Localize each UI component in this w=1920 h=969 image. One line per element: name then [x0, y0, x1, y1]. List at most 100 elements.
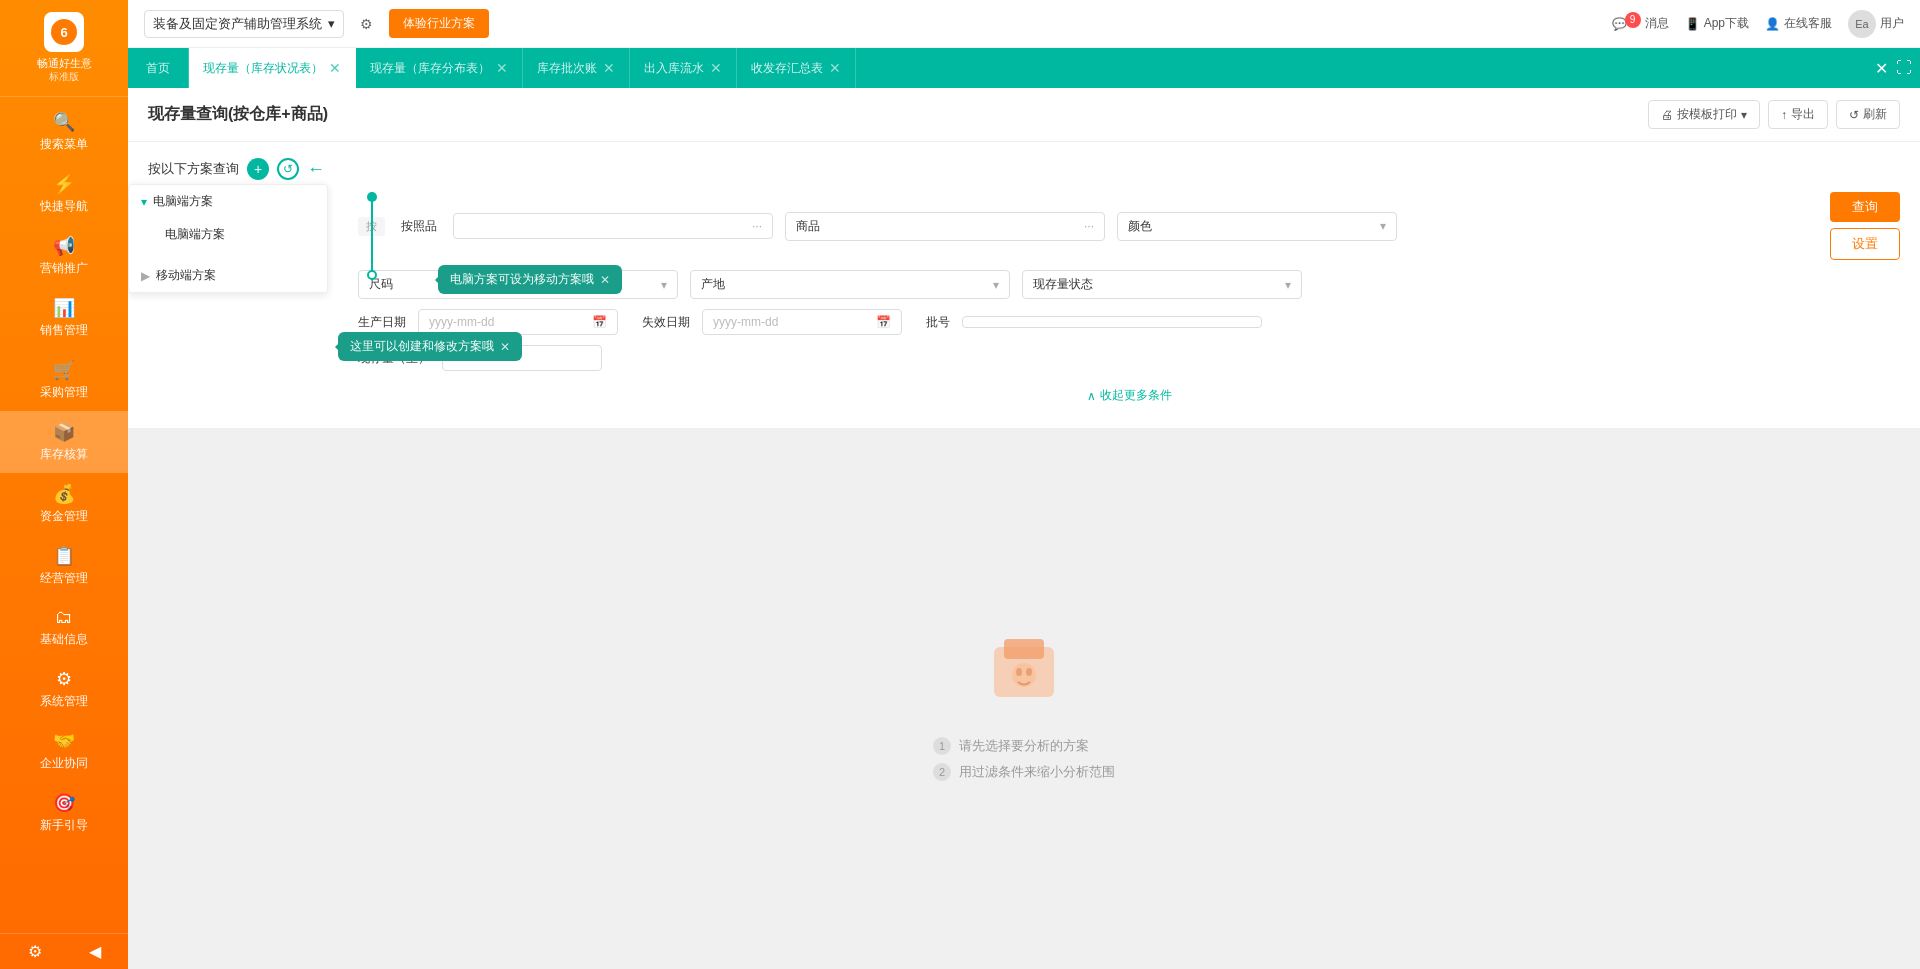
sidebar-item-label: 销售管理: [40, 322, 88, 339]
app-version: 标准版: [49, 70, 79, 84]
sidebar-item-label: 资金管理: [40, 508, 88, 525]
color-label: 颜色: [1128, 218, 1152, 235]
app-download-action[interactable]: 📱 App下载: [1685, 15, 1749, 32]
sidebar-item-basic[interactable]: 🗂 基础信息: [0, 597, 128, 658]
tab-inventory-distribution-label: 现存量（库存分布表）: [370, 60, 490, 77]
scheme-item-mobile[interactable]: ▶ 移动端方案: [129, 259, 327, 292]
filter-reset-btn[interactable]: ↺: [277, 158, 299, 180]
sidebar-item-label: 搜索菜单: [40, 136, 88, 153]
print-btn[interactable]: 🖨 按模板打印 ▾: [1648, 100, 1760, 129]
user-action[interactable]: Ea 用户: [1848, 10, 1904, 38]
filter-settings-btn[interactable]: 设置: [1830, 228, 1900, 260]
scheme-mobile-label: 移动端方案: [156, 267, 216, 284]
sidebar-item-quick-nav[interactable]: ⚡ 快捷导航: [0, 163, 128, 225]
sidebar-item-label: 系统管理: [40, 693, 88, 710]
gear-icon[interactable]: ⚙: [356, 12, 377, 36]
export-label: 导出: [1791, 106, 1815, 123]
tooltip-close-icon[interactable]: ✕: [500, 340, 510, 354]
enterprise-icon: 🤝: [53, 730, 75, 752]
filter-header: 按以下方案查询 + ↺ ←: [148, 158, 1900, 180]
tab-in-out-flow[interactable]: 出入库流水 ✕: [630, 48, 737, 88]
filter-stock-status[interactable]: 现存量状态 ▾: [1022, 270, 1302, 299]
settings-btn[interactable]: ⚙: [28, 942, 42, 961]
tab-in-out-flow-label: 出入库流水: [644, 60, 704, 77]
scheme-tooltip-text: 电脑方案可设为移动方案哦: [450, 271, 594, 288]
filter-expire-date[interactable]: yyyy-mm-dd 📅: [702, 309, 902, 335]
sidebar-item-label: 采购管理: [40, 384, 88, 401]
scheme-sub-label: 电脑端方案: [165, 226, 225, 243]
refresh-btn[interactable]: ↺ 刷新: [1836, 100, 1900, 129]
tab-inventory-status[interactable]: 现存量（库存状况表） ✕: [189, 48, 356, 88]
goods-label: 商品: [796, 218, 820, 235]
sidebar-item-search-menu[interactable]: 🔍 搜索菜单: [0, 101, 128, 163]
filter-area: 按以下方案查询 + ↺ ← ▾ 电脑端方案 电脑端方案 ▶: [128, 142, 1920, 429]
tab-collect-summary[interactable]: 收发存汇总表 ✕: [737, 48, 856, 88]
industry-btn[interactable]: 体验行业方案: [389, 9, 489, 38]
content-header: 现存量查询(按仓库+商品) 🖨 按模板打印 ▾ ↑ 导出 ↺ 刷新: [128, 88, 1920, 142]
sidebar-item-operations[interactable]: 📋 经营管理: [0, 535, 128, 597]
collapse-btn[interactable]: ∧ 收起更多条件: [358, 379, 1900, 412]
filter-origin[interactable]: 产地 ▾: [690, 270, 1010, 299]
scheme-item-desktop[interactable]: ▾ 电脑端方案: [129, 185, 327, 218]
system-selector[interactable]: 装备及固定资产辅助管理系统 ▾: [144, 10, 344, 38]
phone-icon: 📱: [1685, 17, 1700, 31]
filter-batch-no[interactable]: [962, 316, 1262, 328]
sidebar-item-guide[interactable]: 🎯 新手引导: [0, 782, 128, 844]
tab-home[interactable]: 首页: [128, 48, 189, 88]
message-badge: 9: [1625, 12, 1641, 28]
sidebar-item-inventory[interactable]: 📦 库存核算: [0, 411, 128, 473]
online-service-action[interactable]: 👤 在线客服: [1765, 15, 1832, 32]
service-icon: 👤: [1765, 17, 1780, 31]
svg-text:6: 6: [60, 25, 67, 40]
calendar-icon: 📅: [592, 315, 607, 329]
collapse-sidebar-btn[interactable]: ◀: [89, 942, 101, 961]
sidebar-item-sales[interactable]: 📊 销售管理: [0, 287, 128, 349]
sidebar-item-purchase[interactable]: 🛒 采购管理: [0, 349, 128, 411]
tab-inventory-status-label: 现存量（库存状况表）: [203, 60, 323, 77]
message-action[interactable]: 💬 9 消息: [1612, 15, 1669, 32]
sidebar-item-marketing[interactable]: 📢 营销推广: [0, 225, 128, 287]
sidebar-item-enterprise[interactable]: 🤝 企业协同: [0, 720, 128, 782]
tip-text-1: 请先选择要分析的方案: [959, 737, 1089, 755]
tab-close-all-btn[interactable]: ✕: [1875, 59, 1888, 78]
sidebar-item-label: 营销推广: [40, 260, 88, 277]
filter-arrow-btn[interactable]: ←: [307, 159, 325, 180]
filter-row-3: 生产日期 yyyy-mm-dd 📅 失效日期 yyyy-mm-dd 📅 批号: [358, 309, 1900, 335]
filter-row-4: 现存量（主） —: [358, 345, 1900, 371]
tab-fullscreen-btn[interactable]: ⛶: [1896, 59, 1912, 77]
tip-text-2: 用过滤条件来缩小分析范围: [959, 763, 1115, 781]
sidebar-nav: 🔍 搜索菜单 ⚡ 快捷导航 📢 营销推广 📊 销售管理 🛒 采购管理 📦 库存核…: [0, 101, 128, 933]
tab-close-icon[interactable]: ✕: [329, 60, 341, 76]
tab-close-icon[interactable]: ✕: [829, 60, 841, 76]
export-btn[interactable]: ↑ 导出: [1768, 100, 1828, 129]
tab-inventory-distribution[interactable]: 现存量（库存分布表） ✕: [356, 48, 523, 88]
tab-close-icon[interactable]: ✕: [710, 60, 722, 76]
chevron-down-icon: ▾: [661, 278, 667, 292]
content-actions: 🖨 按模板打印 ▾ ↑ 导出 ↺ 刷新: [1648, 100, 1900, 129]
tab-close-icon[interactable]: ✕: [603, 60, 615, 76]
dots-icon: ···: [752, 219, 762, 233]
tab-bar: 首页 现存量（库存状况表） ✕ 现存量（库存分布表） ✕ 库存批次账 ✕ 出入库…: [128, 48, 1920, 88]
prod-date-placeholder: yyyy-mm-dd: [429, 315, 494, 329]
refresh-icon: ↺: [1849, 108, 1859, 122]
filter-add-btn[interactable]: +: [247, 158, 269, 180]
filter-color[interactable]: 颜色 ▾: [1117, 212, 1397, 241]
scheme-subitem-desktop[interactable]: 电脑端方案: [157, 218, 327, 251]
tab-close-icon[interactable]: ✕: [496, 60, 508, 76]
sidebar-item-finance[interactable]: 💰 资金管理: [0, 473, 128, 535]
filter-header-label: 按以下方案查询: [148, 160, 239, 178]
filter-action-col: 查询 设置: [1810, 192, 1900, 260]
tooltip-close-icon[interactable]: ✕: [600, 273, 610, 287]
header-right: 💬 9 消息 📱 App下载 👤 在线客服 Ea 用户: [1612, 10, 1904, 38]
sidebar-item-label: 新手引导: [40, 817, 88, 834]
expire-date-placeholder: yyyy-mm-dd: [713, 315, 778, 329]
tab-batch-ledger[interactable]: 库存批次账 ✕: [523, 48, 630, 88]
filter-warehouse[interactable]: ···: [453, 213, 773, 239]
query-btn[interactable]: 查询: [1830, 192, 1900, 222]
sidebar-item-system[interactable]: ⚙ 系统管理: [0, 658, 128, 720]
inventory-icon: 📦: [53, 421, 75, 443]
collapse-icon: ∧: [1087, 389, 1096, 403]
chevron-down-icon: ▾: [993, 278, 999, 292]
empty-state: 1 请先选择要分析的方案 2 用过滤条件来缩小分析范围: [128, 429, 1920, 969]
filter-goods[interactable]: 商品 ···: [785, 212, 1105, 241]
